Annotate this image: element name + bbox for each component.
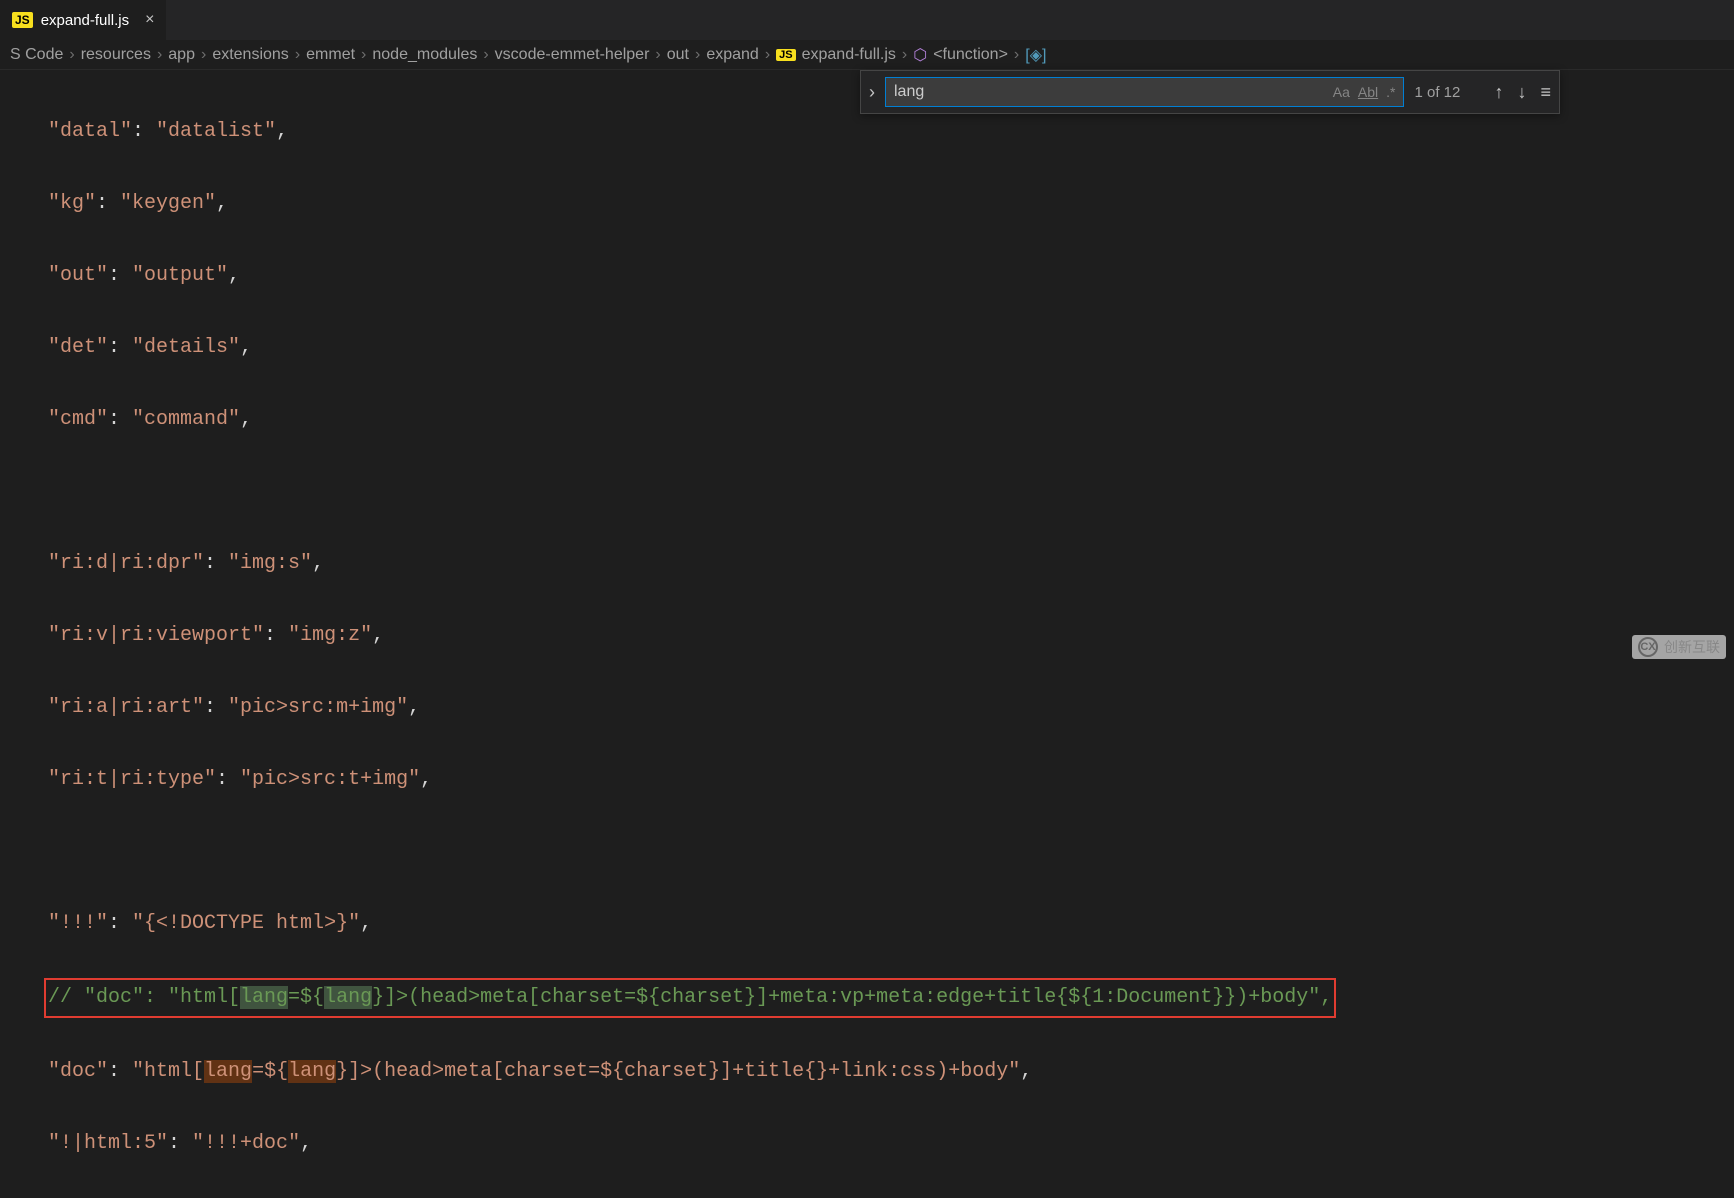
code-line: "det": "details",	[48, 330, 1734, 366]
code-line: "!!!": "{<!DOCTYPE html>}",	[48, 906, 1734, 942]
code-line: "ri:a|ri:art": "pic>src:m+img",	[48, 690, 1734, 726]
find-widget: › lang Aa Abl .* 1 of 12 ↑ ↓ ≡	[860, 70, 1560, 114]
chevron-right-icon: ›	[361, 46, 366, 64]
chevron-right-icon: ›	[69, 46, 74, 64]
code-line	[48, 474, 1734, 510]
chevron-right-icon: ›	[902, 46, 907, 64]
breadcrumb: S Code › resources › app › extensions › emme…	[0, 40, 1734, 70]
breadcrumb-symbol[interactable]: <function>	[933, 46, 1008, 64]
find-in-selection-icon[interactable]: ≡	[1540, 82, 1551, 103]
tab-expand-full[interactable]: JS expand-full.js ×	[0, 0, 167, 40]
breadcrumb-item[interactable]: resources	[81, 46, 151, 64]
code-line: "!|html:5": "!!!+doc",	[48, 1126, 1734, 1162]
symbol-icon: [◈]	[1025, 45, 1046, 65]
next-match-icon[interactable]: ↓	[1517, 82, 1526, 103]
previous-match-icon[interactable]: ↑	[1494, 82, 1503, 103]
breadcrumb-item[interactable]: expand	[706, 46, 759, 64]
breadcrumb-item[interactable]: S Code	[10, 46, 63, 64]
js-file-icon: JS	[12, 12, 33, 28]
code-line: "kg": "keygen",	[48, 186, 1734, 222]
watermark-logo-icon: CX	[1638, 637, 1658, 657]
tab-label: expand-full.js	[41, 12, 129, 29]
chevron-right-icon: ›	[695, 46, 700, 64]
breadcrumb-item[interactable]: vscode-emmet-helper	[495, 46, 650, 64]
code-line-highlighted: // "doc": "html[lang=${lang}]>(head>meta…	[48, 978, 1734, 1018]
code-line: "datal": "datalist",	[48, 114, 1734, 150]
breadcrumb-file[interactable]: expand-full.js	[802, 46, 896, 64]
chevron-right-icon: ›	[1014, 46, 1019, 64]
code-line: "out": "output",	[48, 258, 1734, 294]
find-count: 1 of 12	[1414, 84, 1484, 101]
match-case-icon[interactable]: Aa	[1333, 84, 1350, 100]
chevron-right-icon: ›	[201, 46, 206, 64]
editor-content[interactable]: "datal": "datalist", "kg": "keygen", "ou…	[0, 70, 1734, 1198]
code-line: "ri:v|ri:viewport": "img:z",	[48, 618, 1734, 654]
breadcrumb-item[interactable]: emmet	[306, 46, 355, 64]
function-symbol-icon: ⬡	[913, 45, 927, 65]
code-line: "cmd": "command",	[48, 402, 1734, 438]
find-input[interactable]: lang Aa Abl .*	[885, 77, 1404, 107]
find-input-value: lang	[894, 83, 1333, 101]
code-line	[48, 834, 1734, 870]
breadcrumb-item[interactable]: app	[168, 46, 195, 64]
chevron-right-icon: ›	[765, 46, 770, 64]
regex-icon[interactable]: .*	[1386, 84, 1395, 100]
toggle-replace-icon[interactable]: ›	[869, 82, 875, 103]
close-icon[interactable]: ×	[145, 11, 154, 29]
match-whole-word-icon[interactable]: Abl	[1358, 84, 1378, 100]
js-file-icon: JS	[776, 49, 795, 61]
watermark: CX 创新互联	[1632, 635, 1726, 659]
tab-bar: JS expand-full.js ×	[0, 0, 1734, 40]
chevron-right-icon: ›	[295, 46, 300, 64]
chevron-right-icon: ›	[655, 46, 660, 64]
code-line: "ri:t|ri:type": "pic>src:t+img",	[48, 762, 1734, 798]
breadcrumb-item[interactable]: out	[667, 46, 689, 64]
breadcrumb-item[interactable]: node_modules	[372, 46, 477, 64]
code-line: "doc": "html[lang=${lang}]>(head>meta[ch…	[48, 1054, 1734, 1090]
breadcrumb-item[interactable]: extensions	[212, 46, 289, 64]
chevron-right-icon: ›	[483, 46, 488, 64]
code-line: "ri:d|ri:dpr": "img:s",	[48, 546, 1734, 582]
watermark-text: 创新互联	[1664, 637, 1720, 657]
chevron-right-icon: ›	[157, 46, 162, 64]
